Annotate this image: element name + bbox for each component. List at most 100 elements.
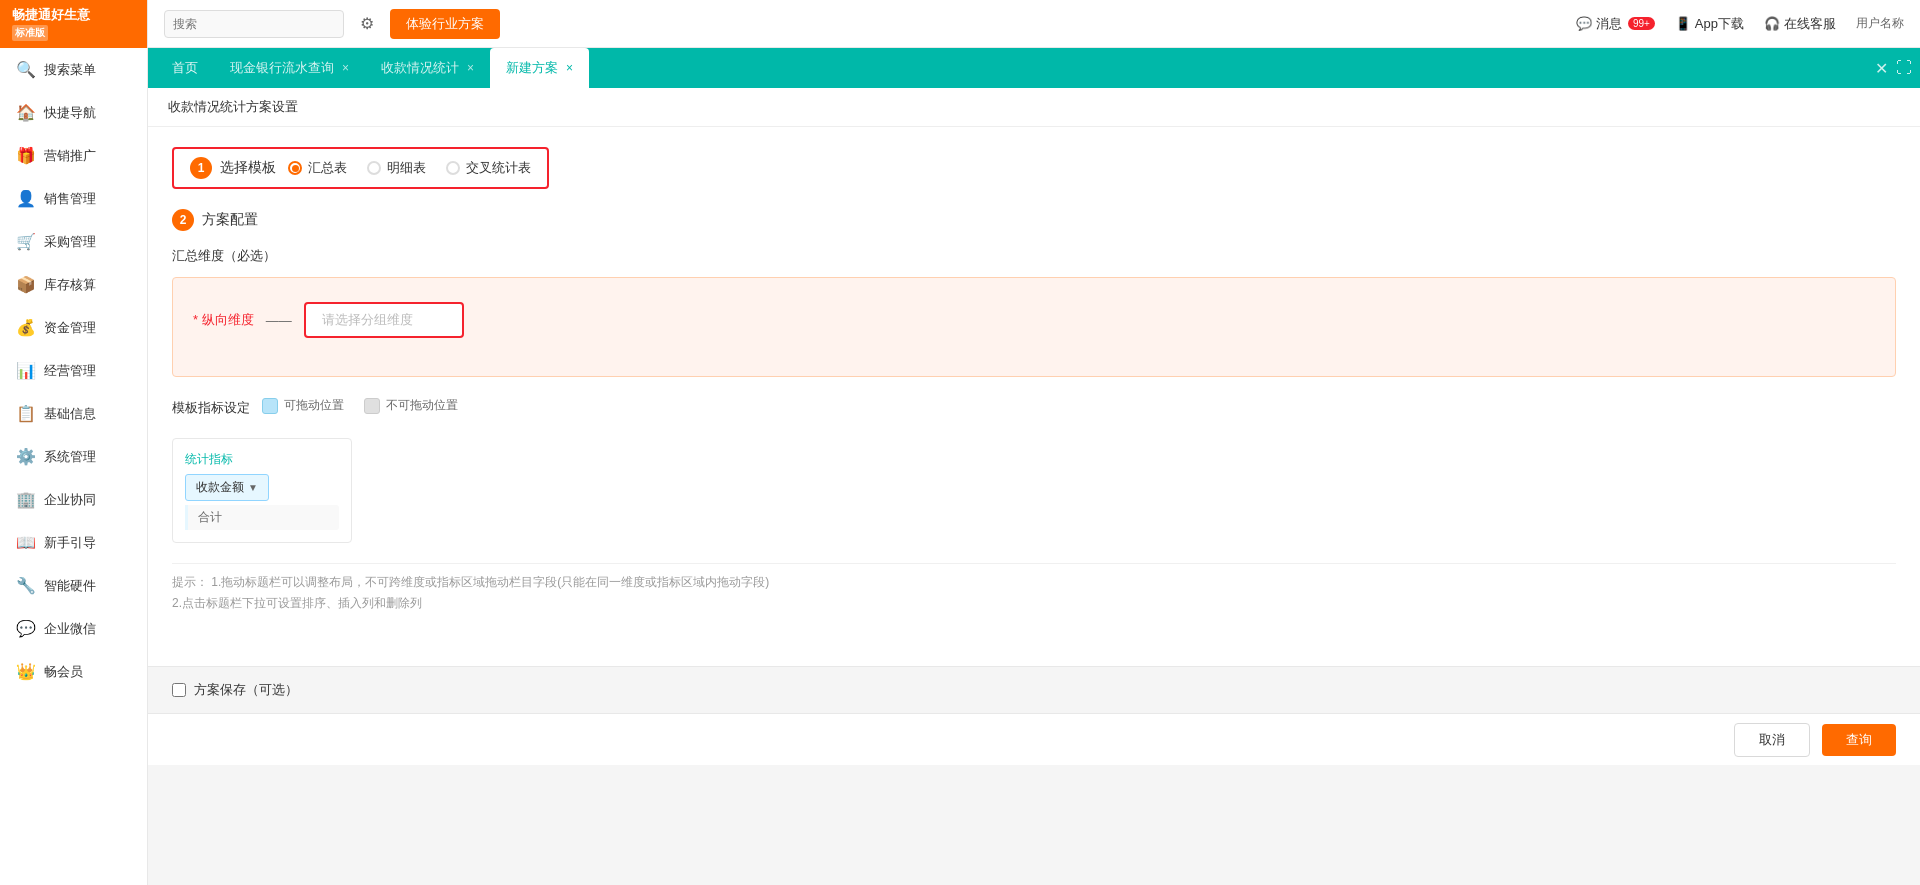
sidebar-item-label: 资金管理: [44, 319, 96, 337]
wrench-icon: 🔧: [16, 576, 36, 595]
save-section: 方案保存（可选）: [148, 666, 1920, 713]
sidebar: 畅捷通好生意 标准版 🔍 搜索菜单 🏠 快捷导航 🎁 营销推广 👤 销售管理 🛒…: [0, 0, 148, 885]
sidebar-item-label: 销售管理: [44, 190, 96, 208]
gear-icon: ⚙️: [16, 447, 36, 466]
search-menu-icon: 🔍: [16, 60, 36, 79]
sidebar-item-purchase[interactable]: 🛒 采购管理: [0, 220, 147, 263]
tab-new-plan[interactable]: 新建方案 ×: [490, 48, 589, 88]
legend-draggable: 可拖动位置: [262, 397, 344, 414]
sidebar-item-inventory[interactable]: 📦 库存核算: [0, 263, 147, 306]
sidebar-item-label: 畅会员: [44, 663, 83, 681]
box-icon: 📦: [16, 275, 36, 294]
section2-num: 2: [172, 209, 194, 231]
radio-cross[interactable]: 交叉统计表: [446, 159, 531, 177]
sidebar-item-member[interactable]: 👑 畅会员: [0, 650, 147, 693]
form-container: 1 选择模板 汇总表 明细表: [148, 127, 1920, 666]
crown-icon: 👑: [16, 662, 36, 681]
query-button[interactable]: 查询: [1822, 724, 1896, 756]
sidebar-item-search-menu[interactable]: 🔍 搜索菜单: [0, 48, 147, 91]
hints-section: 提示： 1.拖动标题栏可以调整布局，不可跨维度或指标区域拖动栏目字段(只能在同一…: [172, 563, 1896, 626]
cart-icon: 🛒: [16, 232, 36, 251]
legend-fixed-icon: [364, 398, 380, 414]
save-checkbox[interactable]: [172, 683, 186, 697]
cancel-button[interactable]: 取消: [1734, 723, 1810, 757]
hint2: 2.点击标题栏下拉可设置排序、插入列和删除列: [172, 595, 1896, 612]
metrics-legend: 可拖动位置 不可拖动位置: [262, 397, 458, 414]
radio-circle-summary: [288, 161, 302, 175]
sidebar-item-operations[interactable]: 📊 经营管理: [0, 349, 147, 392]
radio-circle-cross: [446, 161, 460, 175]
sidebar-item-label: 新手引导: [44, 534, 96, 552]
dimension-row: 纵向维度 —— 请选择分组维度: [193, 302, 1875, 338]
metrics-setting-title: 模板指标设定: [172, 399, 250, 417]
download-button[interactable]: 📱 App下载: [1675, 15, 1744, 33]
sidebar-item-label: 库存核算: [44, 276, 96, 294]
tab-cash-bank[interactable]: 现金银行流水查询 ×: [214, 48, 365, 88]
template-radio-group: 汇总表 明细表 交叉统计表: [288, 159, 531, 177]
radio-detail[interactable]: 明细表: [367, 159, 426, 177]
arrow-icon: ——: [266, 313, 292, 328]
sidebar-item-label: 企业协同: [44, 491, 96, 509]
tab-close-cash-bank[interactable]: ×: [342, 61, 349, 75]
legend-fixed: 不可拖动位置: [364, 397, 458, 414]
page-title: 收款情况统计方案设置: [168, 99, 298, 114]
content-area: 收款情况统计方案设置 1 选择模板 汇总表: [148, 88, 1920, 885]
message-icon: 💬: [1576, 16, 1592, 31]
service-button[interactable]: 🎧 在线客服: [1764, 15, 1836, 33]
sidebar-item-label: 营销推广: [44, 147, 96, 165]
tab-collection-stats[interactable]: 收款情况统计 ×: [365, 48, 490, 88]
topbar-right: 💬 消息 99+ 📱 App下载 🎧 在线客服 用户名称: [1576, 15, 1904, 33]
settings-icon[interactable]: ⚙: [360, 14, 374, 33]
radio-summary[interactable]: 汇总表: [288, 159, 347, 177]
user-info[interactable]: 用户名称: [1856, 15, 1904, 32]
tabbar-right-controls: ✕ ⛶: [1875, 59, 1912, 78]
metrics-section: 模板指标设定 可拖动位置 不可拖动位置: [172, 397, 1896, 543]
trial-button[interactable]: 体验行业方案: [390, 9, 500, 39]
app-logo: 畅捷通好生意 标准版: [0, 0, 147, 48]
radio-circle-detail: [367, 161, 381, 175]
sidebar-item-label: 搜索菜单: [44, 61, 96, 79]
section-template: 1 选择模板 汇总表 明细表: [172, 147, 1896, 189]
section2-header: 2 方案配置: [172, 209, 1896, 231]
footer-bar: 取消 查询: [148, 713, 1920, 765]
summary-dimension-container: 汇总维度（必选） 纵向维度 —— 请选择分组维度: [172, 247, 1896, 377]
sidebar-item-smart-hw[interactable]: 🔧 智能硬件: [0, 564, 147, 607]
book-icon: 📖: [16, 533, 36, 552]
legend-draggable-icon: [262, 398, 278, 414]
sidebar-item-enterprise[interactable]: 🏢 企业协同: [0, 478, 147, 521]
amount-tag[interactable]: 收款金额 ▼: [185, 474, 269, 501]
home-icon: 🏠: [16, 103, 36, 122]
expand-icon[interactable]: ⛶: [1896, 59, 1912, 78]
edition-badge: 标准版: [12, 25, 48, 41]
sidebar-item-label: 采购管理: [44, 233, 96, 251]
sidebar-item-label: 快捷导航: [44, 104, 96, 122]
tab-close-new-plan[interactable]: ×: [566, 61, 573, 75]
tabbar: 首页 现金银行流水查询 × 收款情况统计 × 新建方案 × ✕ ⛶: [148, 48, 1920, 88]
dimension-selector[interactable]: 请选择分组维度: [304, 302, 464, 338]
sidebar-item-sales[interactable]: 👤 销售管理: [0, 177, 147, 220]
tab-close-collection-stats[interactable]: ×: [467, 61, 474, 75]
search-input[interactable]: [164, 10, 344, 38]
sidebar-item-label: 企业微信: [44, 620, 96, 638]
dimension-area: 纵向维度 —— 请选择分组维度: [172, 277, 1896, 377]
section1-title: 选择模板: [220, 159, 276, 177]
sidebar-item-quick-nav[interactable]: 🏠 快捷导航: [0, 91, 147, 134]
sidebar-item-wechat[interactable]: 💬 企业微信: [0, 607, 147, 650]
sidebar-item-label: 基础信息: [44, 405, 96, 423]
section1-header: 1 选择模板: [190, 157, 276, 179]
message-badge: 99+: [1628, 17, 1655, 30]
message-button[interactable]: 💬 消息 99+: [1576, 15, 1655, 33]
tab-home[interactable]: 首页: [156, 48, 214, 88]
hint1: 提示： 1.拖动标题栏可以调整布局，不可跨维度或指标区域拖动栏目字段(只能在同一…: [172, 574, 1896, 591]
sidebar-item-newbie[interactable]: 📖 新手引导: [0, 521, 147, 564]
money-icon: 💰: [16, 318, 36, 337]
sidebar-item-system[interactable]: ⚙️ 系统管理: [0, 435, 147, 478]
sidebar-item-finance[interactable]: 💰 资金管理: [0, 306, 147, 349]
sidebar-item-label: 经营管理: [44, 362, 96, 380]
chart-icon: 📊: [16, 361, 36, 380]
sidebar-item-marketing[interactable]: 🎁 营销推广: [0, 134, 147, 177]
sidebar-item-base-info[interactable]: 📋 基础信息: [0, 392, 147, 435]
user-icon: 👤: [16, 189, 36, 208]
close-all-icon[interactable]: ✕: [1875, 59, 1888, 78]
building-icon: 🏢: [16, 490, 36, 509]
